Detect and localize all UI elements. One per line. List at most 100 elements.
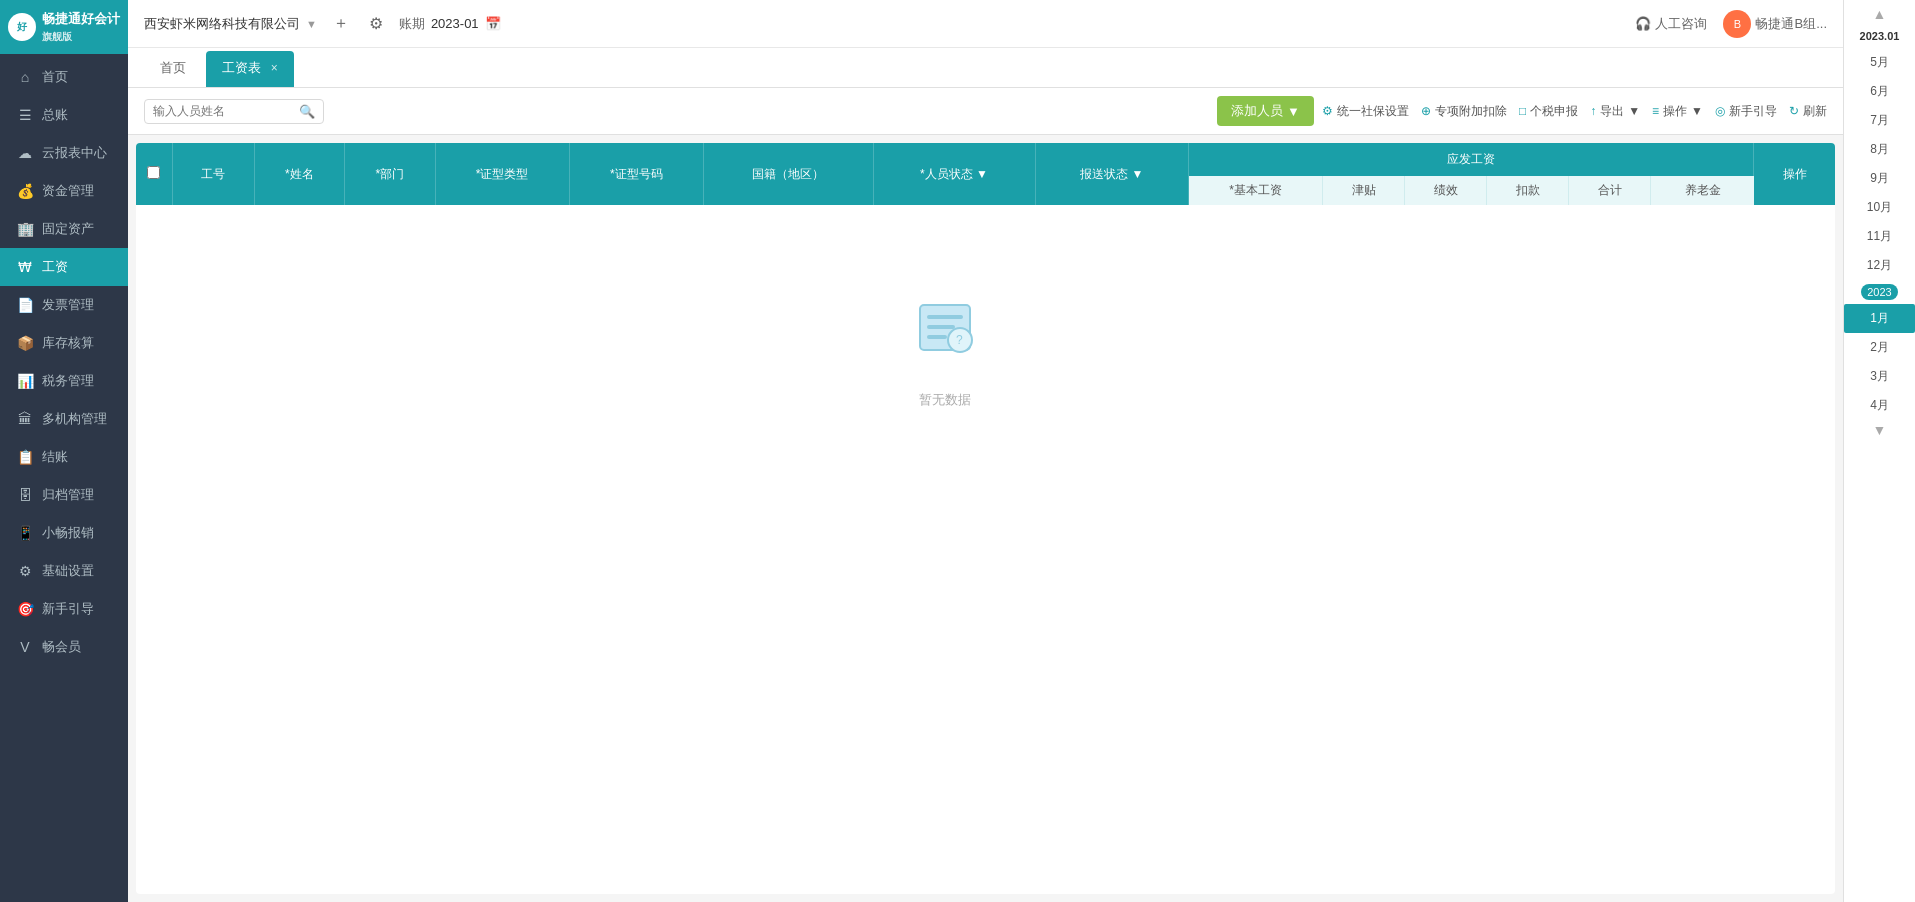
- tab-salary[interactable]: 工资表 ×: [206, 51, 294, 87]
- sidebar-item-assets[interactable]: 🏢 固定资产: [0, 210, 128, 248]
- sidebar-item-inventory[interactable]: 📦 库存核算: [0, 324, 128, 362]
- add-company-button[interactable]: ＋: [329, 9, 353, 38]
- social-security-icon: ⚙: [1322, 104, 1333, 118]
- sidebar-item-expense[interactable]: 📱 小畅报销: [0, 514, 128, 552]
- checkbox-header[interactable]: [136, 143, 172, 205]
- app-name: 畅捷通好会计: [42, 10, 120, 28]
- current-period-display: 2023.01: [1856, 24, 1904, 48]
- table-header-row1: 工号 *姓名 *部门 *证型类型 *证型号码 国籍（地区） *人员状态 ▼ 报送…: [136, 143, 1835, 176]
- tax-icon: 📊: [16, 373, 34, 389]
- assets-icon: 🏢: [16, 221, 34, 237]
- tax-declare-btn[interactable]: □ 个税申报: [1519, 103, 1578, 120]
- month-item-3[interactable]: 3月: [1844, 362, 1915, 391]
- avatar: B: [1723, 10, 1751, 38]
- th-salary-group: 应发工资: [1189, 143, 1754, 176]
- select-all-checkbox[interactable]: [147, 166, 160, 179]
- calendar-icon[interactable]: 📅: [485, 16, 501, 31]
- empty-state-row: ? 暂无数据: [136, 205, 1835, 489]
- month-nav-up-button[interactable]: ▲: [1871, 4, 1889, 24]
- th-status: *人员状态 ▼: [873, 143, 1035, 205]
- deduction-label: 专项附加扣除: [1435, 103, 1507, 120]
- multi-icon: 🏛: [16, 411, 34, 427]
- sidebar-label-cloud: 云报表中心: [42, 144, 107, 162]
- sidebar-item-close[interactable]: 📋 结账: [0, 438, 128, 476]
- sidebar-item-guide[interactable]: 🎯 新手引导: [0, 590, 128, 628]
- sidebar-item-salary[interactable]: ₩ 工资: [0, 248, 128, 286]
- th-allowance: 津贴: [1323, 176, 1405, 205]
- sidebar: 好 畅捷通好会计 旗舰版 ⌂ 首页 ☰ 总账 ☁ 云报表中心 💰 资金管理 🏢 …: [0, 0, 128, 902]
- month-item-6[interactable]: 6月: [1844, 77, 1915, 106]
- month-nav-down-button[interactable]: ▼: [1871, 420, 1889, 440]
- human-service-btn[interactable]: 🎧 人工咨询: [1635, 15, 1707, 33]
- guide-icon: 🎯: [16, 601, 34, 617]
- sidebar-item-archive[interactable]: 🗄 归档管理: [0, 476, 128, 514]
- sidebar-item-member[interactable]: V 畅会员: [0, 628, 128, 666]
- company-selector[interactable]: 西安虾米网络科技有限公司 ▼: [144, 15, 317, 33]
- logo-icon: 好: [8, 13, 36, 41]
- refresh-icon: ↻: [1789, 104, 1799, 118]
- deduction-btn[interactable]: ⊕ 专项附加扣除: [1421, 103, 1507, 120]
- month-item-10[interactable]: 10月: [1844, 193, 1915, 222]
- settings-button[interactable]: ⚙: [365, 10, 387, 37]
- month-item-4[interactable]: 4月: [1844, 391, 1915, 420]
- sidebar-label-salary: 工资: [42, 258, 68, 276]
- th-base-salary: *基本工资: [1189, 176, 1323, 205]
- th-deduction: 扣款: [1487, 176, 1569, 205]
- sidebar-item-multi[interactable]: 🏛 多机构管理: [0, 400, 128, 438]
- social-security-label: 统一社保设置: [1337, 103, 1409, 120]
- month-item-12[interactable]: 12月: [1844, 251, 1915, 280]
- month-item-11[interactable]: 11月: [1844, 222, 1915, 251]
- sidebar-item-ledger[interactable]: ☰ 总账: [0, 96, 128, 134]
- sidebar-item-fund[interactable]: 💰 资金管理: [0, 172, 128, 210]
- operation-btn[interactable]: ≡ 操作 ▼: [1652, 103, 1703, 120]
- th-idtype: *证型类型: [435, 143, 569, 205]
- export-chevron-icon: ▼: [1628, 104, 1640, 118]
- sidebar-label-ledger: 总账: [42, 106, 68, 124]
- user-info-btn[interactable]: B 畅捷通B组...: [1723, 10, 1827, 38]
- right-panel: ▲ 2023.01 5月 6月 7月 8月 9月 10月 11月 12月 202…: [1843, 0, 1915, 902]
- add-person-button[interactable]: 添加人员 ▼: [1217, 96, 1314, 126]
- toolbar: 🔍 添加人员 ▼ ⚙ 统一社保设置 ⊕ 专项附加扣除 □ 个税申报: [128, 88, 1843, 135]
- month-item-7[interactable]: 7月: [1844, 106, 1915, 135]
- export-label: 导出: [1600, 103, 1624, 120]
- salary-icon: ₩: [16, 259, 34, 275]
- month-item-5[interactable]: 5月: [1844, 48, 1915, 77]
- sidebar-label-tax: 税务管理: [42, 372, 94, 390]
- th-action: 操作: [1754, 143, 1835, 205]
- member-icon: V: [16, 639, 34, 655]
- invoice-icon: 📄: [16, 297, 34, 313]
- header-right: 🎧 人工咨询 B 畅捷通B组...: [1635, 10, 1827, 38]
- sidebar-label-archive: 归档管理: [42, 486, 94, 504]
- th-pension: 养老金: [1651, 176, 1754, 205]
- svg-rect-2: [927, 325, 955, 329]
- sidebar-item-settings[interactable]: ⚙ 基础设置: [0, 552, 128, 590]
- tax-declare-label: 个税申报: [1530, 103, 1578, 120]
- add-person-label: 添加人员: [1231, 102, 1283, 120]
- sidebar-item-cloud[interactable]: ☁ 云报表中心: [0, 134, 128, 172]
- empty-state: ? 暂无数据: [136, 205, 1754, 489]
- archive-icon: 🗄: [16, 487, 34, 503]
- svg-text:?: ?: [956, 333, 963, 347]
- month-item-8[interactable]: 8月: [1844, 135, 1915, 164]
- close-icon: 📋: [16, 449, 34, 465]
- sidebar-label-expense: 小畅报销: [42, 524, 94, 542]
- sidebar-item-tax[interactable]: 📊 税务管理: [0, 362, 128, 400]
- period-label-wrap: 账期 2023-01 📅: [399, 15, 501, 33]
- search-input[interactable]: [153, 104, 295, 118]
- tab-home[interactable]: 首页: [144, 51, 202, 87]
- month-item-1[interactable]: 1月: [1844, 304, 1915, 333]
- th-dept: *部门: [345, 143, 436, 205]
- month-item-2[interactable]: 2月: [1844, 333, 1915, 362]
- social-security-btn[interactable]: ⚙ 统一社保设置: [1322, 103, 1409, 120]
- export-btn[interactable]: ↑ 导出 ▼: [1590, 103, 1640, 120]
- svg-rect-1: [927, 315, 963, 319]
- th-performance: 绩效: [1405, 176, 1487, 205]
- cloud-icon: ☁: [16, 145, 34, 161]
- sidebar-item-invoice[interactable]: 📄 发票管理: [0, 286, 128, 324]
- month-item-9[interactable]: 9月: [1844, 164, 1915, 193]
- sidebar-item-home[interactable]: ⌂ 首页: [0, 58, 128, 96]
- tab-close-icon[interactable]: ×: [271, 61, 278, 75]
- refresh-btn[interactable]: ↻ 刷新: [1789, 103, 1827, 120]
- main-area: 西安虾米网络科技有限公司 ▼ ＋ ⚙ 账期 2023-01 📅 🎧 人工咨询 B…: [128, 0, 1843, 902]
- guide-btn[interactable]: ◎ 新手引导: [1715, 103, 1777, 120]
